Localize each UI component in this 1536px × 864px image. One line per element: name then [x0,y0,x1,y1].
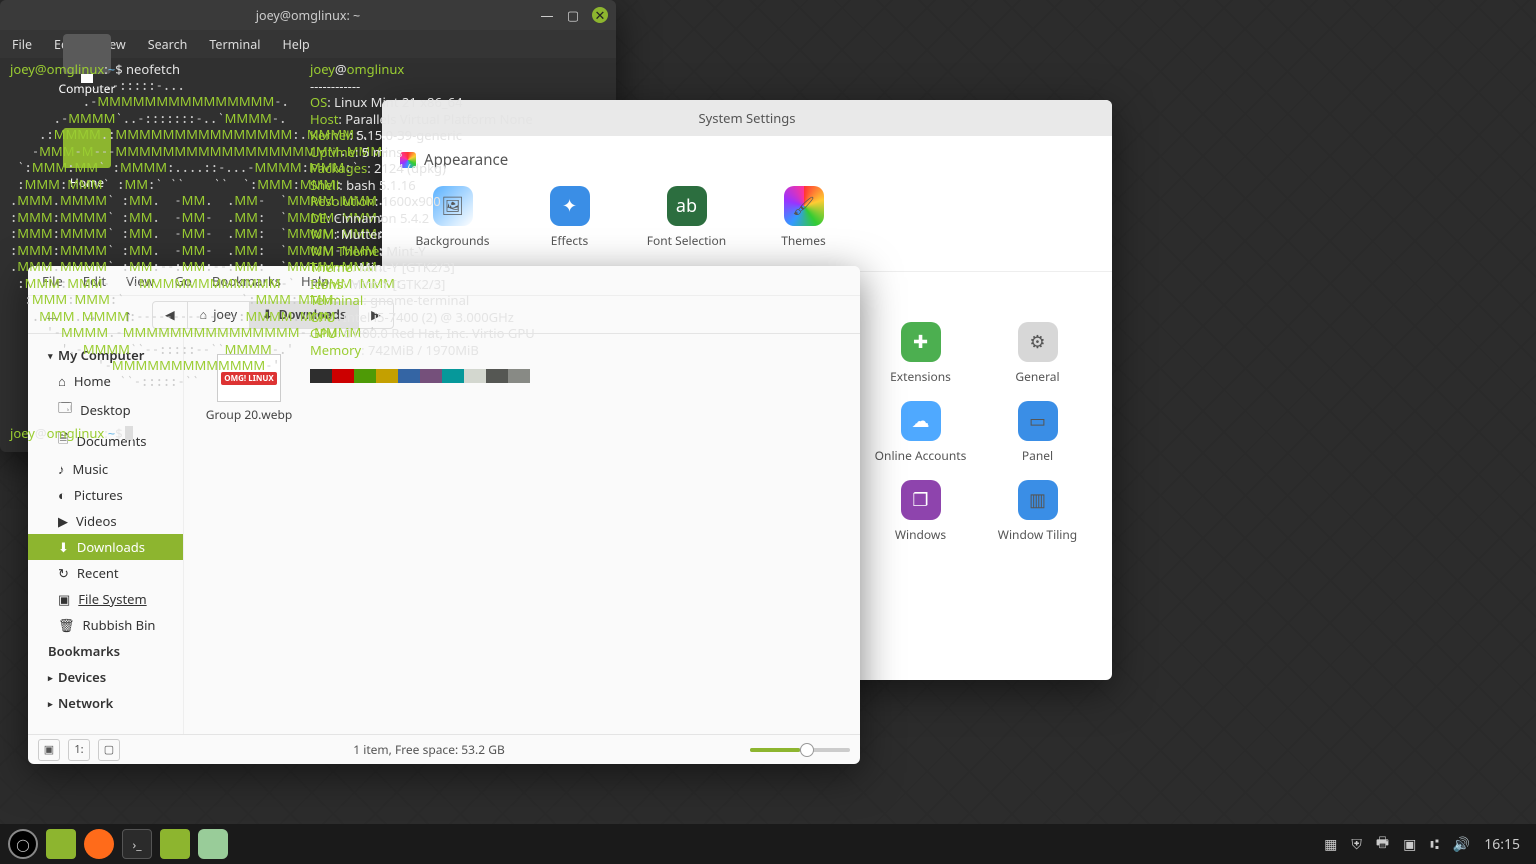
settings-item-windows[interactable]: ❐Windows [862,472,979,568]
settings-icon: ab [667,186,707,226]
terminal-window: joey@omglinux: ~ — ▢ ✕ FileEditViewSearc… [0,0,616,452]
taskbar-settings-button[interactable] [198,829,228,859]
sidebar-item-file-system-icon: ▣ [58,590,70,608]
sidebar-item-recent[interactable]: ↻Recent [28,560,183,586]
sidebar-item-downloads[interactable]: ⬇Downloads [28,534,183,560]
sidebar-item-pictures-icon: ◐ [58,486,66,504]
sidebar-item-pictures[interactable]: ◐Pictures [28,482,183,508]
sidebar-network[interactable]: ▸ Network [28,690,183,716]
system-tray: ▦ ⛨ 🖶 ▣ ⑆ 🔊 16:15 [1324,832,1520,856]
view-places-button[interactable]: ▣ [38,739,60,761]
settings-item-font-selection[interactable]: abFont Selection [628,178,745,257]
settings-item-online-accounts[interactable]: ☁Online Accounts [862,393,979,472]
sidebar-item-rubbish-bin-icon: 🗑 [58,616,75,634]
sidebar-item-music[interactable]: ♪Music [28,456,183,482]
taskbar-firefox-button[interactable] [84,829,114,859]
sidebar-item-rubbish-bin[interactable]: 🗑Rubbish Bin [28,612,183,638]
settings-item-extensions[interactable]: ✚Extensions [862,314,979,393]
settings-icon: ❐ [901,480,941,520]
tray-display-icon[interactable]: ▣ [1403,835,1416,854]
color-palette [310,369,535,383]
tray-printer-icon[interactable]: 🖶 [1376,832,1389,856]
settings-item-general[interactable]: ⚙General [979,314,1096,393]
view-tree-button[interactable]: 1: [68,739,90,761]
view-toggle-button[interactable]: ▢ [98,739,120,761]
sidebar-bookmarks[interactable]: Bookmarks [28,638,183,664]
settings-item-themes[interactable]: 🖌Themes [745,178,862,257]
term-menu-terminal[interactable]: Terminal [209,36,260,53]
settings-item-window-tiling[interactable]: ▥Window Tiling [979,472,1096,568]
settings-icon: 🖌 [784,186,824,226]
file-manager-statusbar: ▣ 1: ▢ 1 item, Free space: 53.2 GB [28,734,860,764]
terminal-titlebar: joey@omglinux: ~ — ▢ ✕ [0,0,616,30]
taskbar: ◯ ›_ ▦ ⛨ 🖶 ▣ ⑆ 🔊 16:15 [0,824,1536,864]
window-minimize-button[interactable]: — [540,8,554,22]
sidebar-item-music-icon: ♪ [58,460,65,478]
settings-icon: ▥ [1018,480,1058,520]
window-maximize-button[interactable]: ▢ [566,8,580,22]
term-menu-file[interactable]: File [12,36,32,53]
tray-volume-icon[interactable]: 🔊 [1453,835,1470,854]
sidebar-item-file-system[interactable]: ▣File System [28,586,183,612]
settings-icon: ✚ [901,322,941,362]
tray-network-icon[interactable]: ⑆ [1430,835,1438,854]
sidebar-devices[interactable]: ▸ Devices [28,664,183,690]
sidebar-item-downloads-icon: ⬇ [58,538,69,556]
terminal-cursor [125,426,133,440]
tray-shield-icon[interactable]: ⛨ [1351,835,1362,854]
tray-tiling-icon[interactable]: ▦ [1324,835,1337,854]
settings-item-panel[interactable]: ▭Panel [979,393,1096,472]
terminal-title: joey@omglinux: ~ [256,7,360,24]
term-menu-search[interactable]: Search [148,36,188,53]
taskbar-filemanager-button[interactable] [160,829,190,859]
sidebar-item-videos[interactable]: ▶Videos [28,508,183,534]
status-text: 1 item, Free space: 53.2 GB [353,741,505,758]
settings-icon: ▭ [1018,401,1058,441]
term-menu-help[interactable]: Help [283,36,310,53]
window-close-button[interactable]: ✕ [592,7,608,23]
settings-icon: ☁ [901,401,941,441]
sidebar-item-recent-icon: ↻ [58,564,69,582]
tray-clock[interactable]: 16:15 [1484,835,1520,854]
terminal-screen[interactable]: joey@omglinux:~$ neofetch ...-:::::-... … [0,58,616,452]
zoom-slider[interactable] [750,748,850,752]
taskbar-terminal-button[interactable]: ›_ [122,829,152,859]
taskbar-files-button[interactable] [46,829,76,859]
settings-icon: ⚙ [1018,322,1058,362]
terminal-prompt: joey@omglinux:~$ [10,424,133,442]
start-menu-button[interactable]: ◯ [8,829,38,859]
sidebar-item-videos-icon: ▶ [58,512,68,530]
